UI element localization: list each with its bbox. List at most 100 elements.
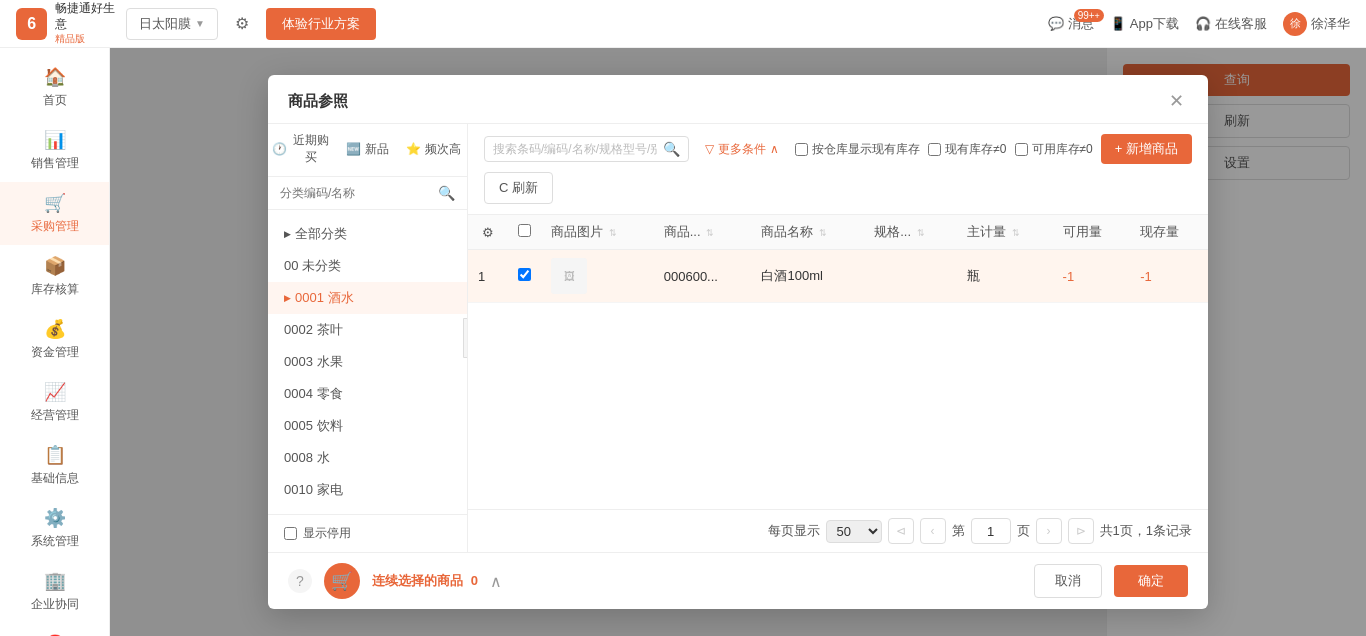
inventory-icon: 📦 bbox=[44, 255, 66, 277]
sort-icon[interactable]: ⇅ bbox=[609, 228, 617, 238]
cart-button[interactable]: 🛒 bbox=[324, 563, 360, 599]
avatar: 徐 bbox=[1283, 12, 1307, 36]
nav-selector[interactable]: 日太阳膜 ▼ bbox=[126, 8, 218, 40]
col-image: 商品图片 ⇅ bbox=[541, 215, 654, 250]
sidebar-item-operations[interactable]: 📈 经营管理 bbox=[0, 371, 109, 434]
category-item-0008[interactable]: 0008 水 bbox=[268, 442, 467, 474]
col-image-label: 商品图片 bbox=[551, 224, 603, 239]
filter-warehouse-checkbox[interactable] bbox=[795, 143, 808, 156]
logo-area: 6 畅捷通好生意 精品版 bbox=[16, 1, 126, 46]
arrow-right-icon: ▶ bbox=[284, 293, 291, 303]
sort-icon[interactable]: ⇅ bbox=[706, 228, 714, 238]
app-icon: 📱 bbox=[1110, 16, 1126, 31]
brand-info: 畅捷通好生意 精品版 bbox=[55, 1, 126, 46]
row-select-checkbox[interactable] bbox=[518, 268, 531, 281]
filter-button[interactable]: ▽ 更多条件 ∧ bbox=[697, 137, 787, 162]
last-page-button[interactable]: ⊳ bbox=[1068, 518, 1094, 544]
collapse-footer-button[interactable]: ∧ bbox=[490, 572, 502, 591]
basic-icon: 📋 bbox=[44, 444, 66, 466]
category-panel: 🕐 近期购买 🆕 新品 ⭐ 频次高 bbox=[268, 124, 468, 552]
message-badge: 99++ bbox=[1074, 9, 1104, 22]
row-stock: -1 bbox=[1130, 250, 1208, 303]
category-item-00[interactable]: 00 未分类 bbox=[268, 250, 467, 282]
recent-tab[interactable]: 🕐 近期购买 bbox=[268, 124, 334, 176]
add-product-button[interactable]: + 新增商品 bbox=[1101, 134, 1192, 164]
filter-available-stock: 可用库存≠0 bbox=[1015, 141, 1093, 158]
sort-icon[interactable]: ⇅ bbox=[819, 228, 827, 238]
sidebar-item-home[interactable]: 🏠 首页 bbox=[0, 56, 109, 119]
app-download-btn[interactable]: 📱 App下载 bbox=[1110, 15, 1179, 33]
cancel-button[interactable]: 取消 bbox=[1034, 564, 1102, 598]
product-table: ⚙ 商品图片 ⇅ bbox=[468, 215, 1208, 303]
next-page-button[interactable]: › bbox=[1036, 518, 1062, 544]
confirm-button[interactable]: 确定 bbox=[1114, 565, 1188, 597]
prev-page-button[interactable]: ‹ bbox=[920, 518, 946, 544]
select-all-checkbox[interactable] bbox=[518, 224, 531, 237]
show-disabled-checkbox[interactable] bbox=[284, 527, 297, 540]
search-icon[interactable]: 🔍 bbox=[663, 141, 680, 157]
filter-current-stock-checkbox[interactable] bbox=[928, 143, 941, 156]
operations-icon: 📈 bbox=[44, 381, 66, 403]
gear-icon[interactable]: ⚙ bbox=[482, 225, 494, 240]
sidebar-item-purchase[interactable]: 🛒 采购管理 bbox=[0, 182, 109, 245]
col-gear: ⚙ bbox=[468, 215, 508, 250]
pagination: 每页显示 50 100 200 ⊲ ‹ 第 页 › bbox=[468, 509, 1208, 552]
sidebar-item-enterprise[interactable]: 🏢 企业协同 bbox=[0, 560, 109, 623]
sidebar-item-finance[interactable]: 💰 资金管理 bbox=[0, 308, 109, 371]
category-search-input[interactable] bbox=[280, 186, 432, 200]
category-item-0001[interactable]: ▶ 0001 酒水 bbox=[268, 282, 467, 314]
product-search-input[interactable] bbox=[493, 142, 657, 156]
category-item-0005[interactable]: 0005 饮料 bbox=[268, 410, 467, 442]
show-disabled-area: 显示停用 bbox=[268, 514, 467, 552]
product-reference-modal: 商品参照 ✕ 🕐 近期购买 🆕 bbox=[268, 75, 1208, 609]
page-input[interactable] bbox=[971, 518, 1011, 544]
category-item-0010[interactable]: 0010 家电 bbox=[268, 474, 467, 506]
col-unit-label: 主计量 bbox=[967, 224, 1006, 239]
sidebar-item-system[interactable]: ⚙️ 系统管理 bbox=[0, 497, 109, 560]
filter-available-stock-checkbox[interactable] bbox=[1015, 143, 1028, 156]
help-button[interactable]: ? bbox=[288, 569, 312, 593]
sidebar-item-guide[interactable]: 🎯 新手引导 bbox=[0, 623, 109, 636]
search-icon[interactable]: 🔍 bbox=[438, 185, 455, 201]
row-checkbox bbox=[508, 250, 541, 303]
user-btn[interactable]: 徐 徐泽华 bbox=[1283, 12, 1350, 36]
category-tabs: 🕐 近期购买 🆕 新品 ⭐ 频次高 bbox=[268, 124, 467, 177]
col-code: 商品... ⇅ bbox=[654, 215, 752, 250]
headset-icon: 🎧 bbox=[1195, 16, 1211, 31]
message-icon: 💬 bbox=[1048, 16, 1064, 31]
image-placeholder: 🖼 bbox=[564, 270, 575, 282]
sort-icon[interactable]: ⇅ bbox=[1012, 228, 1020, 238]
refresh-button[interactable]: C 刷新 bbox=[484, 172, 553, 204]
category-item-0002[interactable]: 0002 茶叶 bbox=[268, 314, 467, 346]
frequent-tab[interactable]: ⭐ 频次高 bbox=[401, 124, 467, 176]
sidebar-item-sales[interactable]: 📊 销售管理 bbox=[0, 119, 109, 182]
chevron-up-icon: ∧ bbox=[770, 142, 779, 156]
recent-icon: 🕐 bbox=[272, 142, 287, 156]
online-service-btn[interactable]: 🎧 在线客服 bbox=[1195, 15, 1267, 33]
trial-button[interactable]: 体验行业方案 bbox=[266, 8, 376, 40]
settings-icon[interactable]: ⚙ bbox=[226, 8, 258, 40]
category-item-0003[interactable]: 0003 水果 bbox=[268, 346, 467, 378]
new-tab[interactable]: 🆕 新品 bbox=[334, 124, 400, 176]
chevron-down-icon: ▼ bbox=[195, 18, 205, 29]
category-item-0004[interactable]: 0004 零食 bbox=[268, 378, 467, 410]
per-page-select[interactable]: 50 100 200 bbox=[826, 520, 882, 543]
modal-title: 商品参照 bbox=[288, 92, 348, 111]
first-page-button[interactable]: ⊲ bbox=[888, 518, 914, 544]
product-thumbnail: 🖼 bbox=[551, 258, 587, 294]
category-item-all[interactable]: ▶ 全部分类 bbox=[268, 218, 467, 250]
total-info: 共1页，1条记录 bbox=[1100, 522, 1192, 540]
table-row[interactable]: 1 🖼 bbox=[468, 250, 1208, 303]
arrow-right-icon: ▶ bbox=[284, 229, 291, 239]
sidebar-item-inventory[interactable]: 📦 库存核算 bbox=[0, 245, 109, 308]
modal-footer: ? 🛒 连续选择的商品 0 ∧ 取消 确定 bbox=[268, 552, 1208, 609]
sort-icon[interactable]: ⇅ bbox=[917, 228, 925, 238]
messages-btn[interactable]: 💬 消息 99++ bbox=[1048, 15, 1094, 33]
enterprise-icon: 🏢 bbox=[44, 570, 66, 592]
top-nav: 6 畅捷通好生意 精品版 日太阳膜 ▼ ⚙ 体验行业方案 💬 消息 99++ 📱… bbox=[0, 0, 1366, 48]
filter-current-stock: 现有库存≠0 bbox=[928, 141, 1006, 158]
row-code: 000600... bbox=[654, 250, 752, 303]
sidebar-item-basic[interactable]: 📋 基础信息 bbox=[0, 434, 109, 497]
per-page-label: 每页显示 bbox=[768, 522, 820, 540]
close-button[interactable]: ✕ bbox=[1164, 89, 1188, 113]
